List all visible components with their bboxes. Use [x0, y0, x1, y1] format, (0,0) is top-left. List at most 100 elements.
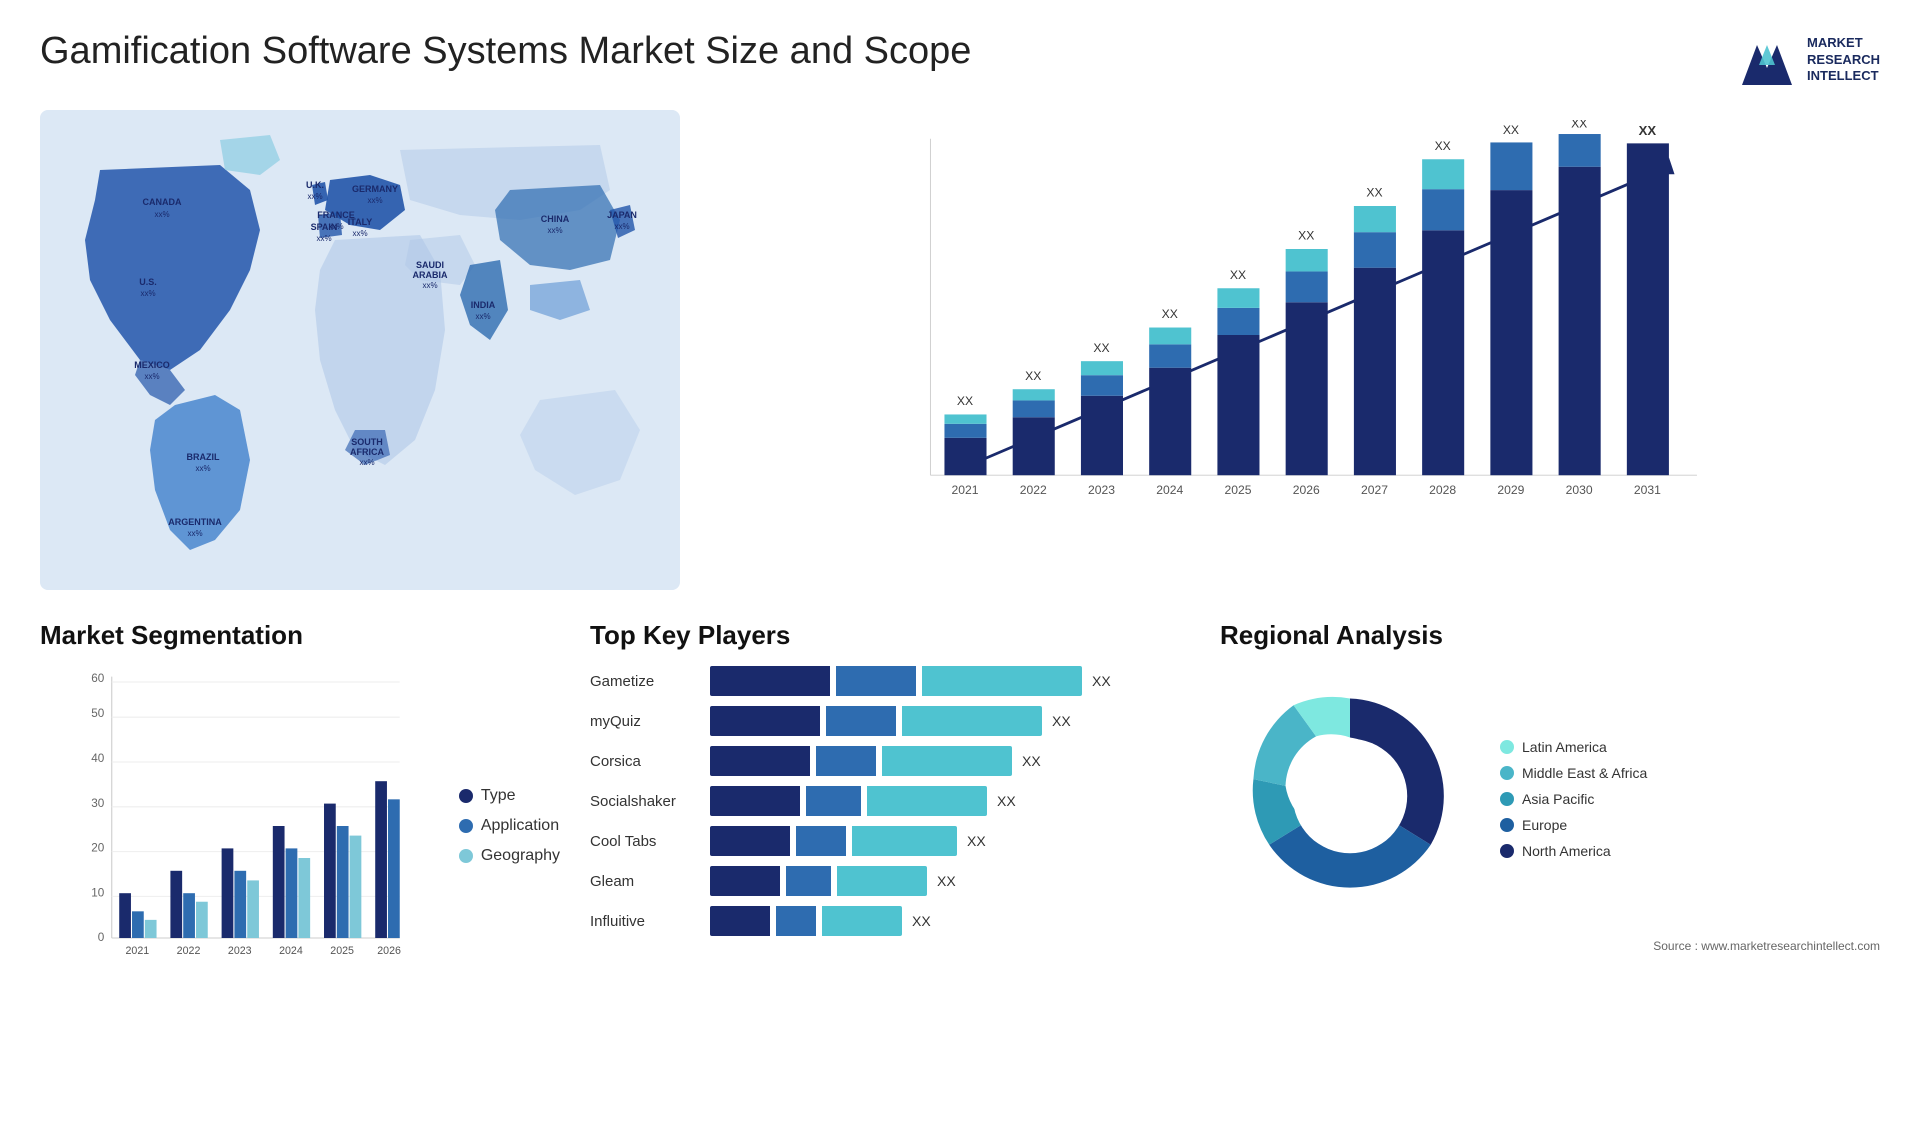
mexico-label: MEXICO	[134, 360, 170, 370]
bar-chart-container: XX 2021 XX 2022 XX 2023 XX 2024	[710, 110, 1880, 590]
svg-text:2026: 2026	[1293, 483, 1320, 497]
saudi-label: SAUDI	[416, 260, 444, 270]
svg-text:2024: 2024	[279, 945, 303, 957]
europe-dot	[1500, 818, 1514, 832]
player-name-0: Gametize	[590, 673, 700, 690]
svg-text:2023: 2023	[1088, 483, 1115, 497]
bar-mid-6	[776, 906, 816, 936]
bar-dark-2	[710, 746, 810, 776]
svg-text:2025: 2025	[1224, 483, 1251, 497]
svg-text:XX: XX	[1435, 139, 1451, 153]
svg-text:xx%: xx%	[547, 226, 562, 235]
bar-light-6	[822, 906, 902, 936]
xx-2: XX	[1022, 753, 1041, 769]
logo: MARKET RESEARCH INTELLECT	[1737, 30, 1880, 90]
svg-text:2028: 2028	[1429, 483, 1456, 497]
bar-light-4	[852, 826, 957, 856]
argentina-label: ARGENTINA	[168, 517, 222, 527]
svg-text:10: 10	[91, 886, 105, 899]
svg-text:xx%: xx%	[154, 210, 169, 219]
world-map: CANADA xx% U.S. xx% MEXICO xx% BRAZIL xx…	[40, 110, 680, 590]
svg-text:20: 20	[91, 842, 105, 855]
bar-light-1	[902, 706, 1042, 736]
top-section: CANADA xx% U.S. xx% MEXICO xx% BRAZIL xx…	[40, 110, 1880, 590]
svg-text:xx%: xx%	[367, 196, 382, 205]
germany-label: GERMANY	[352, 184, 398, 194]
bar-dark-6	[710, 906, 770, 936]
svg-text:XX: XX	[1025, 369, 1041, 383]
bar-light-3	[867, 786, 987, 816]
bar-dark-1	[710, 706, 820, 736]
regional-legend: Latin America Middle East & Africa Asia …	[1500, 739, 1647, 859]
svg-text:xx%: xx%	[316, 234, 331, 243]
apac-label: Asia Pacific	[1522, 791, 1594, 807]
bar-chart-svg: XX 2021 XX 2022 XX 2023 XX 2024	[730, 120, 1860, 550]
svg-text:xx%: xx%	[307, 192, 322, 201]
player-name-3: Socialshaker	[590, 793, 700, 810]
player-name-6: Influitive	[590, 913, 700, 930]
svg-text:xx%: xx%	[195, 464, 210, 473]
type-label: Type	[481, 787, 516, 805]
bar-dark-3	[710, 786, 800, 816]
xx-6: XX	[912, 913, 931, 929]
bar-mid-1	[826, 706, 896, 736]
bar-light-0	[922, 666, 1082, 696]
svg-text:2026: 2026	[377, 945, 401, 957]
logo-text: MARKET RESEARCH INTELLECT	[1807, 35, 1880, 86]
geography-dot	[459, 849, 473, 863]
seg-chart-area: 0 10 20 30 40 50 60	[40, 666, 560, 986]
svg-text:XX: XX	[1298, 229, 1314, 243]
reg-legend-mea: Middle East & Africa	[1500, 765, 1647, 781]
application-label: Application	[481, 817, 559, 835]
player-row-cooltabs: Cool Tabs XX	[590, 826, 1190, 856]
us-label: U.S.	[139, 277, 157, 287]
player-row-corsica: Corsica XX	[590, 746, 1190, 776]
svg-text:xx%: xx%	[352, 229, 367, 238]
player-bar-6: XX	[710, 906, 1190, 936]
canada-label: CANADA	[143, 197, 182, 207]
svg-text:2024: 2024	[1156, 483, 1183, 497]
europe-label: Europe	[1522, 817, 1567, 833]
bottom-section: Market Segmentation 0 10 20 30 40 50	[40, 620, 1880, 1040]
na-dot	[1500, 844, 1514, 858]
bar-dark-4	[710, 826, 790, 856]
svg-text:2022: 2022	[1020, 483, 1047, 497]
svg-text:xx%: xx%	[475, 312, 490, 321]
player-row-gleam: Gleam XX	[590, 866, 1190, 896]
player-name-2: Corsica	[590, 753, 700, 770]
bar-light-5	[837, 866, 927, 896]
spain-label: SPAIN	[311, 222, 338, 232]
seg-legend: Type Application Geography	[449, 666, 560, 986]
player-name-1: myQuiz	[590, 713, 700, 730]
svg-text:2029: 2029	[1497, 483, 1524, 497]
player-bar-2: XX	[710, 746, 1190, 776]
segmentation-container: Market Segmentation 0 10 20 30 40 50	[40, 620, 560, 1040]
svg-text:xx%: xx%	[614, 222, 629, 231]
svg-text:2027: 2027	[1361, 483, 1388, 497]
mea-dot	[1500, 766, 1514, 780]
player-bar-4: XX	[710, 826, 1190, 856]
svg-text:XX: XX	[1162, 307, 1178, 321]
svg-text:2025: 2025	[330, 945, 354, 957]
seg-svg-wrap: 0 10 20 30 40 50 60	[40, 666, 429, 986]
saudi-label2: ARABIA	[413, 270, 448, 280]
geography-label: Geography	[481, 847, 560, 865]
bar-dark-0	[710, 666, 830, 696]
svg-text:2030: 2030	[1566, 483, 1593, 497]
player-bar-3: XX	[710, 786, 1190, 816]
reg-legend-latin: Latin America	[1500, 739, 1647, 755]
na-label: North America	[1522, 843, 1611, 859]
bar-mid-4	[796, 826, 846, 856]
svg-text:2031: 2031	[1634, 483, 1661, 497]
svg-text:XX: XX	[1093, 341, 1109, 355]
player-name-5: Gleam	[590, 873, 700, 890]
svg-text:2021: 2021	[125, 945, 149, 957]
japan-label: JAPAN	[607, 210, 637, 220]
application-dot	[459, 819, 473, 833]
player-row-myquiz: myQuiz XX	[590, 706, 1190, 736]
type-dot	[459, 789, 473, 803]
italy-label: ITALY	[348, 217, 373, 227]
xx-0: XX	[1092, 673, 1111, 689]
bar-light-2	[882, 746, 1012, 776]
reg-legend-apac: Asia Pacific	[1500, 791, 1647, 807]
